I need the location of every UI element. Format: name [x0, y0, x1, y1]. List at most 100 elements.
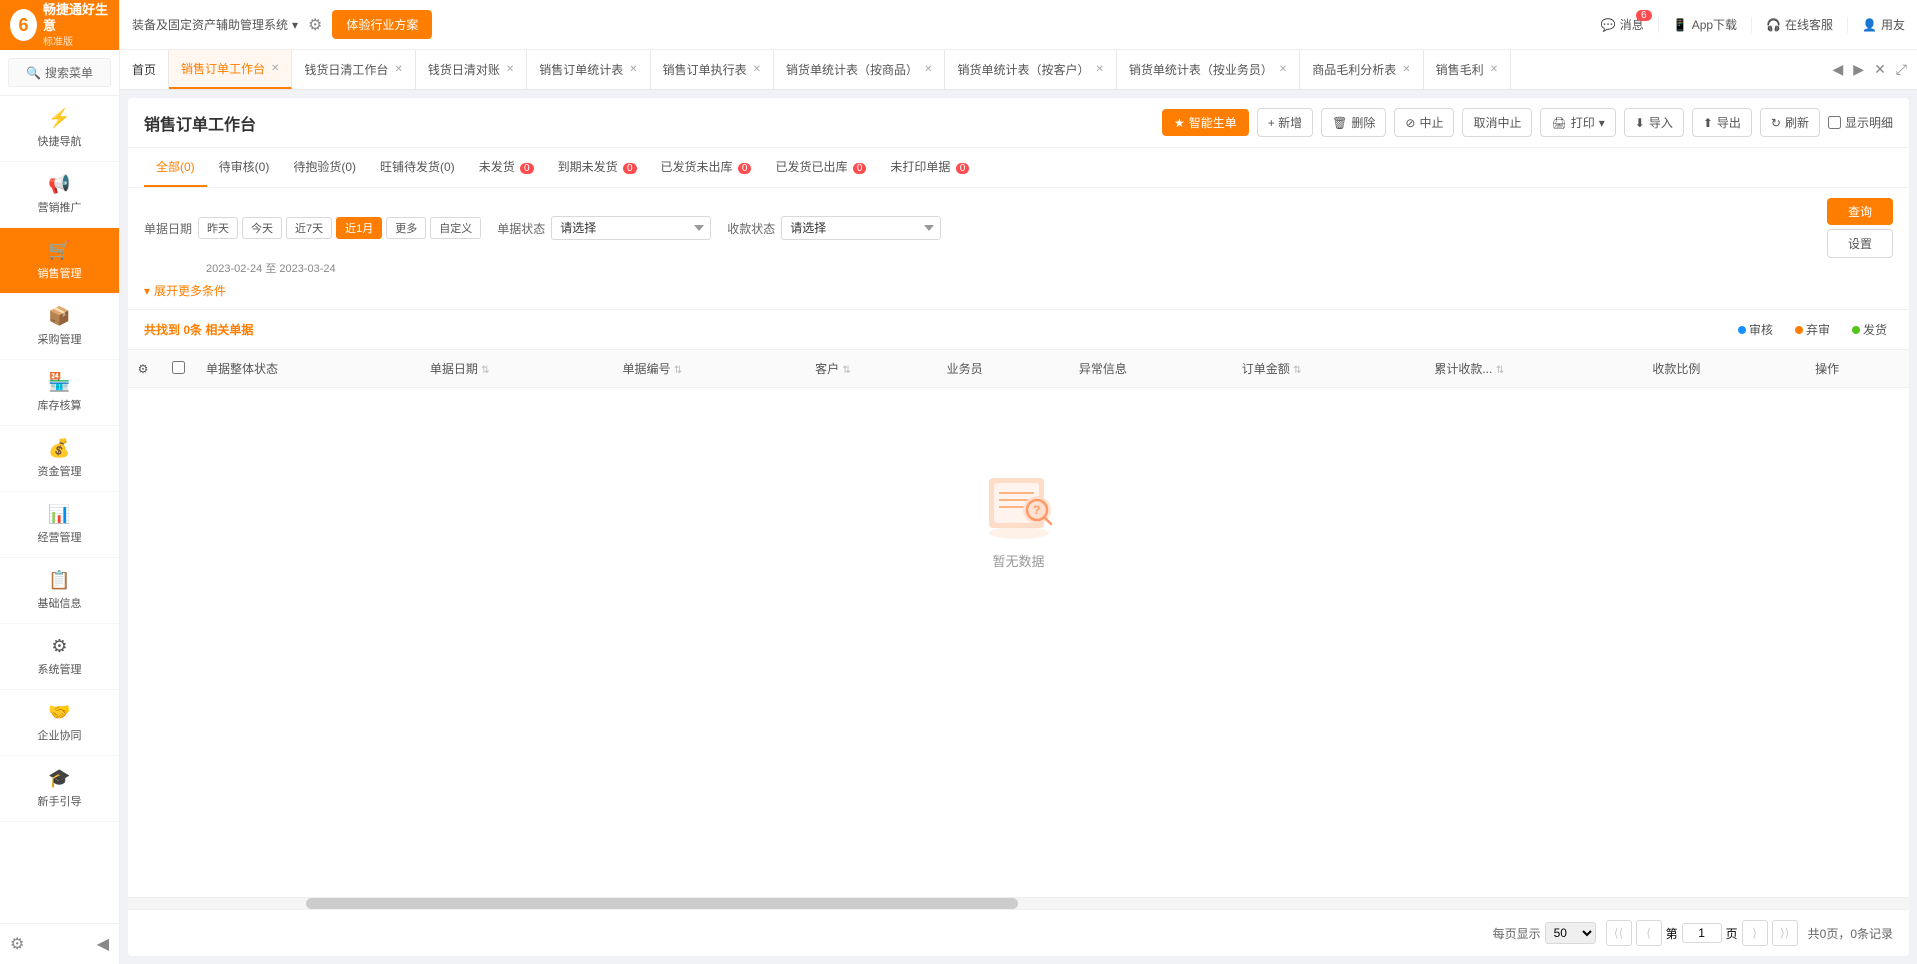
- sidebar-item-sales[interactable]: 🛒 销售管理: [0, 228, 119, 294]
- first-page-btn[interactable]: ⟨⟨: [1606, 920, 1632, 946]
- page-size-select[interactable]: 50 10 20 100: [1545, 922, 1596, 944]
- sidebar-item-quick-nav[interactable]: ⚡ 快捷导航: [0, 96, 119, 162]
- date-more-btn[interactable]: 更多: [386, 217, 426, 239]
- show-detail-check[interactable]: 显示明细: [1828, 114, 1893, 131]
- tab-cash-daily[interactable]: 钱货日清工作台 ✕: [292, 50, 415, 89]
- col-settings[interactable]: ⚙: [128, 350, 158, 388]
- show-detail-checkbox[interactable]: [1828, 116, 1841, 129]
- topbar-gear-icon[interactable]: ⚙: [308, 15, 322, 35]
- sidebar-item-marketing[interactable]: 📢 营销推广: [0, 162, 119, 228]
- tab-cash-reconcile[interactable]: 钱货日清对账 ✕: [416, 50, 527, 89]
- sub-tab-wangpu[interactable]: 旺铺待发货(0): [368, 148, 467, 187]
- sidebar-item-finance[interactable]: 💰 资金管理: [0, 426, 119, 492]
- tab-cash-daily-label: 钱货日清工作台: [304, 61, 388, 78]
- tab-close-cash-daily[interactable]: ✕: [394, 64, 402, 75]
- select-all-checkbox[interactable]: [172, 361, 185, 374]
- tab-sales-by-product[interactable]: 销货单统计表（按商品） ✕: [774, 50, 945, 89]
- tab-prev-btn[interactable]: ◀: [1829, 59, 1848, 80]
- message-btn[interactable]: 💬 消息 6: [1601, 16, 1644, 33]
- sidebar-item-system[interactable]: ⚙ 系统管理: [0, 624, 119, 690]
- tab-gross-profit[interactable]: 商品毛利分析表 ✕: [1300, 50, 1423, 89]
- tab-close-sales-margin[interactable]: ✕: [1490, 64, 1498, 75]
- tab-close-sales-by-product[interactable]: ✕: [924, 64, 932, 75]
- tab-sales-workbench[interactable]: 销售订单工作台 ✕: [169, 50, 292, 89]
- col-number[interactable]: 单据编号: [614, 350, 807, 388]
- sidebar-item-operations[interactable]: 📊 经营管理: [0, 492, 119, 558]
- sub-tab-not-shipped[interactable]: 未发货 0: [467, 148, 546, 187]
- tab-close-cash-reconcile[interactable]: ✕: [506, 64, 514, 75]
- date-yesterday-btn[interactable]: 昨天: [198, 217, 238, 239]
- sidebar-item-enterprise[interactable]: 🤝 企业协同: [0, 690, 119, 756]
- date-today-btn[interactable]: 今天: [242, 217, 282, 239]
- sidebar-item-purchase[interactable]: 📦 采购管理: [0, 294, 119, 360]
- scrollbar-thumb[interactable]: [306, 898, 1018, 909]
- print-label: 打印: [1571, 114, 1595, 131]
- col-amount[interactable]: 订单金额: [1234, 350, 1427, 388]
- col-date[interactable]: 单据日期: [422, 350, 615, 388]
- last-page-btn[interactable]: ⟩⟩: [1772, 920, 1798, 946]
- user-btn[interactable]: 👤 用友: [1862, 16, 1905, 33]
- sidebar-item-guide[interactable]: 🎓 新手引导: [0, 756, 119, 822]
- export-btn[interactable]: ⬆ 导出: [1692, 108, 1752, 137]
- col-checkbox[interactable]: [158, 350, 198, 388]
- online-service-btn[interactable]: 🎧 在线客服: [1766, 16, 1833, 33]
- new-btn[interactable]: + 新增: [1257, 108, 1313, 137]
- sub-tab-all[interactable]: 全部(0): [144, 148, 207, 187]
- sub-tab-shipped-not-in[interactable]: 已发货未出库 0: [649, 148, 764, 187]
- solution-btn[interactable]: 体验行业方案: [332, 10, 432, 39]
- tab-next-btn[interactable]: ▶: [1849, 59, 1868, 80]
- horizontal-scrollbar[interactable]: [128, 897, 1909, 909]
- sub-tab-pending-review[interactable]: 待审核(0): [207, 148, 282, 187]
- ship-action-btn[interactable]: 发货: [1846, 318, 1893, 341]
- query-btn[interactable]: 查询: [1827, 198, 1893, 225]
- sub-tab-unprinted[interactable]: 未打印单据 0: [878, 148, 981, 187]
- tab-close-sales-stats[interactable]: ✕: [629, 64, 637, 75]
- review-action-btn[interactable]: 审核: [1732, 318, 1779, 341]
- tab-close-gross-profit[interactable]: ✕: [1402, 64, 1410, 75]
- empty-illustration: ?: [969, 448, 1069, 551]
- tab-close-sales-by-staff[interactable]: ✕: [1279, 64, 1287, 75]
- sub-tab-shipped-out[interactable]: 已发货已出库 0: [763, 148, 878, 187]
- delete-btn[interactable]: 🗑 删除: [1321, 108, 1386, 137]
- tab-home[interactable]: 首页: [120, 50, 169, 89]
- next-page-btn[interactable]: ⟩: [1742, 920, 1768, 946]
- payment-select[interactable]: 请选择: [781, 216, 941, 240]
- stop-btn[interactable]: ⊘ 中止: [1394, 108, 1454, 137]
- app-download-btn[interactable]: 📱 App下载: [1673, 16, 1737, 33]
- cancel-stop-btn[interactable]: 取消中止: [1462, 108, 1532, 137]
- date-last1m-btn[interactable]: 近1月: [336, 217, 382, 239]
- prev-page-btn[interactable]: ⟨: [1636, 920, 1662, 946]
- sub-tab-pending-inspection[interactable]: 待抱验货(0): [281, 148, 368, 187]
- expand-filter-btn[interactable]: ▾ 展开更多条件: [144, 282, 1893, 299]
- tab-close-sales-by-customer[interactable]: ✕: [1095, 64, 1103, 75]
- settings-footer-btn[interactable]: ⚙: [10, 934, 24, 954]
- tab-close-sales-exec[interactable]: ✕: [753, 64, 761, 75]
- tab-close-all-btn[interactable]: ✕: [1870, 59, 1890, 80]
- system-title[interactable]: 装备及固定资产辅助管理系统 ▾: [132, 16, 298, 33]
- sidebar-item-basic-info[interactable]: 📋 基础信息: [0, 558, 119, 624]
- smart-order-btn[interactable]: ★ 智能生单: [1162, 109, 1249, 136]
- tab-sales-by-staff[interactable]: 销货单统计表（按业务员） ✕: [1117, 50, 1300, 89]
- sub-tab-overdue[interactable]: 到期未发货 0: [546, 148, 649, 187]
- sidebar-item-inventory[interactable]: 🏪 库存核算: [0, 360, 119, 426]
- date-last7-btn[interactable]: 近7天: [286, 217, 332, 239]
- collapse-btn[interactable]: ◀: [97, 934, 109, 954]
- tab-sales-margin[interactable]: 销售毛利 ✕: [1424, 50, 1511, 89]
- date-custom-btn[interactable]: 自定义: [430, 217, 481, 239]
- search-button[interactable]: 🔍 搜索菜单: [8, 58, 111, 87]
- print-btn[interactable]: 🖨 打印 ▾: [1540, 108, 1615, 137]
- tab-sales-stats[interactable]: 销售订单统计表 ✕: [527, 50, 650, 89]
- status-select[interactable]: 请选择: [551, 216, 711, 240]
- tab-sales-by-customer[interactable]: 销货单统计表（按客户） ✕: [945, 50, 1116, 89]
- tab-close-sales-workbench[interactable]: ✕: [271, 63, 279, 74]
- import-btn[interactable]: ⬇ 导入: [1624, 108, 1684, 137]
- col-customer[interactable]: 客户: [807, 350, 939, 388]
- sidebar-nav: ⚡ 快捷导航 📢 营销推广 🛒 销售管理 📦 采购管理 🏪 库存核算 💰 资金管…: [0, 96, 119, 923]
- col-collected[interactable]: 累计收款...: [1426, 350, 1644, 388]
- page-input[interactable]: [1682, 923, 1722, 943]
- cancel-review-action-btn[interactable]: 弃审: [1789, 318, 1836, 341]
- refresh-btn[interactable]: ↻ 刷新: [1760, 108, 1820, 137]
- tab-sales-exec[interactable]: 销售订单执行表 ✕: [651, 50, 774, 89]
- tab-maximize-btn[interactable]: ⤢: [1892, 59, 1911, 80]
- setting-btn[interactable]: 设置: [1827, 229, 1893, 258]
